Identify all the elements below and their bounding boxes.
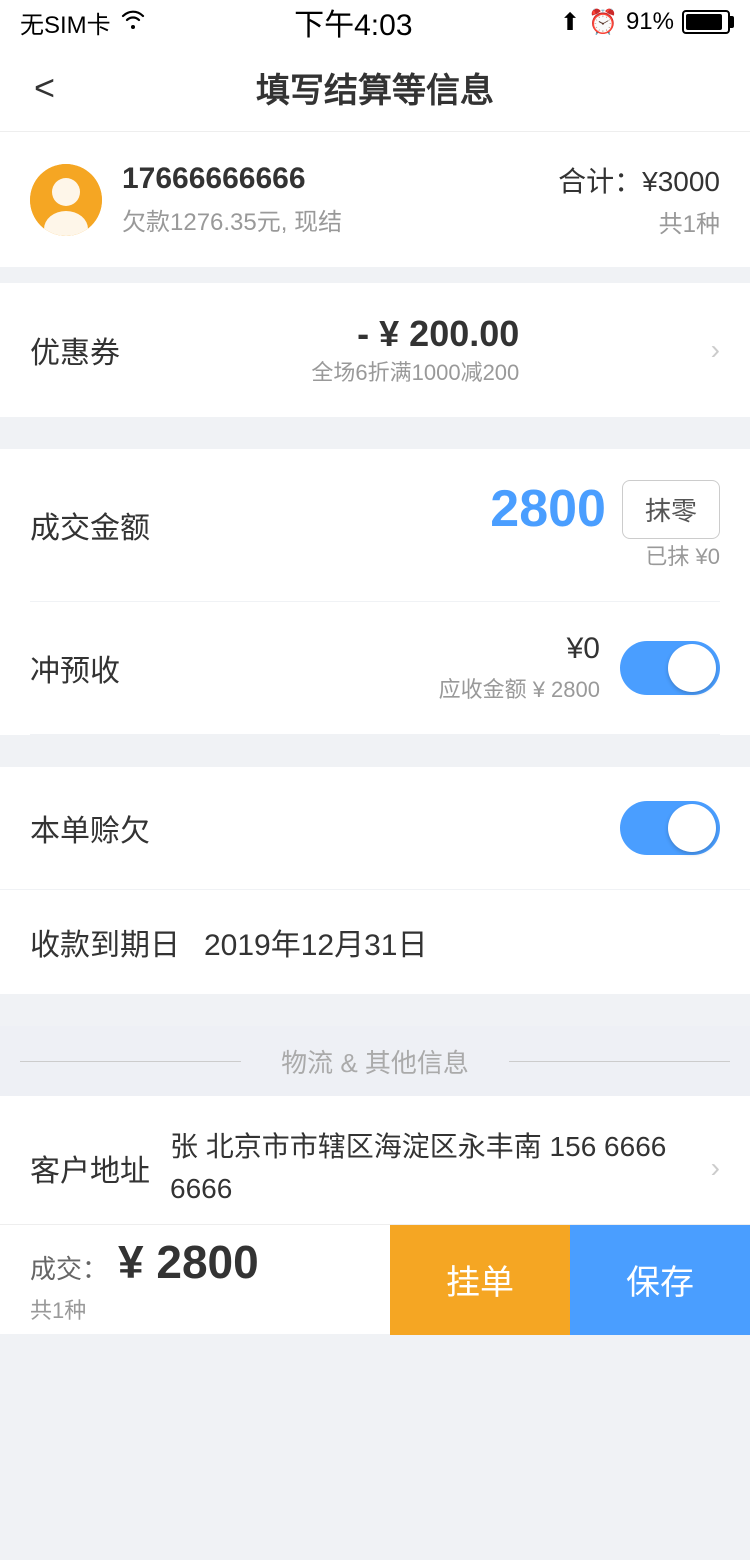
amount-label: 成交金额	[30, 503, 150, 547]
bottom-transaction-amount: ¥ 2800	[118, 1235, 259, 1289]
prepay-row: 冲预收 ¥0 应收金额 ¥ 2800	[30, 602, 720, 735]
customer-card: 17666666666 欠款1276.35元, 现结 合计：¥3000 共1种	[0, 132, 750, 267]
amount-section: 成交金额 2800 抹零 已抹 ¥0 冲预收 ¥0 应收金额 ¥ 2800	[0, 449, 750, 735]
alarm-icon: ⏰	[588, 8, 618, 37]
divider-line-left	[20, 1061, 241, 1062]
coupon-label: 优惠券	[30, 328, 120, 372]
debt-label: 本单赊欠	[30, 806, 150, 850]
separator-1	[0, 433, 750, 449]
status-bar: 无SIM卡 下午4:03 ⬆ ⏰ 91%	[0, 0, 750, 44]
status-left: 无SIM卡	[20, 5, 147, 40]
total-amount: ¥3000	[642, 166, 720, 197]
address-label: 客户地址	[30, 1146, 150, 1190]
hold-button[interactable]: 挂单	[390, 1225, 570, 1335]
address-value: 张 北京市市辖区海淀区永丰南 156 6666 6666	[170, 1126, 691, 1210]
debt-toggle[interactable]	[620, 801, 720, 855]
status-right: ⬆ ⏰ 91%	[560, 8, 730, 37]
coupon-amount: - ¥ 200.00	[311, 313, 519, 355]
receivable-text: 应收金额 ¥ 2800	[439, 672, 600, 704]
logistics-divider: 物流 & 其他信息	[0, 1026, 750, 1096]
debt-row: 本单赊欠	[30, 767, 720, 889]
round-off-button[interactable]: 抹零	[622, 480, 720, 539]
content: 17666666666 欠款1276.35元, 现结 合计：¥3000 共1种 …	[0, 132, 750, 1560]
rounded-off-text: 已抹 ¥0	[645, 539, 720, 571]
toggle-knob	[668, 644, 716, 692]
debt-section: 本单赊欠	[0, 767, 750, 889]
back-button[interactable]: <	[24, 57, 65, 119]
bottom-item-count: 共1种	[30, 1293, 360, 1325]
prepay-amount: ¥0	[567, 632, 600, 666]
logistics-label: 物流 & 其他信息	[281, 1043, 469, 1080]
wifi-icon	[119, 8, 147, 36]
bottom-total: 成交： ¥ 2800 共1种	[0, 1235, 390, 1325]
chevron-right-icon: ›	[711, 334, 720, 366]
coupon-info: - ¥ 200.00 全场6折满1000减200	[311, 313, 519, 387]
save-button[interactable]: 保存	[570, 1225, 750, 1335]
total-label: 合计：¥3000	[558, 160, 720, 200]
nav-bar: < 填写结算等信息	[0, 44, 750, 132]
bottom-total-row: 成交： ¥ 2800	[30, 1235, 360, 1289]
separator-2	[0, 735, 750, 751]
coupon-description: 全场6折满1000减200	[311, 355, 519, 387]
customer-left: 17666666666 欠款1276.35元, 现结	[30, 162, 342, 237]
prepay-right: ¥0 应收金额 ¥ 2800	[439, 632, 720, 704]
due-date-value: 2019年12月31日	[204, 920, 427, 964]
address-section[interactable]: 客户地址 张 北京市市辖区海淀区永丰南 156 6666 6666 ›	[0, 1096, 750, 1240]
customer-phone: 17666666666	[122, 162, 342, 196]
item-count: 共1种	[558, 204, 720, 239]
transaction-amount-row: 成交金额 2800 抹零 已抹 ¥0	[30, 449, 720, 602]
status-time: 下午4:03	[294, 0, 412, 44]
battery-percent: 91%	[626, 8, 674, 36]
prepay-amounts: ¥0 应收金额 ¥ 2800	[439, 632, 600, 704]
due-date-label: 收款到期日	[30, 920, 180, 964]
amount-right: 2800 抹零	[490, 479, 720, 539]
customer-right: 合计：¥3000 共1种	[558, 160, 720, 239]
customer-info: 17666666666 欠款1276.35元, 现结	[122, 162, 342, 237]
amount-col: 2800 抹零 已抹 ¥0	[490, 479, 720, 571]
page-title: 填写结算等信息	[256, 63, 494, 112]
coupon-row[interactable]: 优惠券 - ¥ 200.00 全场6折满1000减200 ›	[0, 283, 750, 417]
debt-toggle-knob	[668, 804, 716, 852]
separator-3	[0, 994, 750, 1010]
avatar	[30, 164, 102, 236]
prepay-label: 冲预收	[30, 646, 120, 690]
location-icon: ⬆	[560, 8, 580, 37]
address-chevron-icon: ›	[711, 1152, 720, 1184]
battery-icon	[682, 10, 730, 34]
carrier-text: 无SIM卡	[20, 5, 111, 40]
bottom-transaction-label: 成交：	[30, 1249, 108, 1286]
divider-line-right	[509, 1061, 730, 1062]
customer-debt: 欠款1276.35元, 现结	[122, 202, 342, 237]
amount-value: 2800	[490, 479, 606, 539]
prepay-toggle[interactable]	[620, 641, 720, 695]
bottom-bar: 成交： ¥ 2800 共1种 挂单 保存	[0, 1224, 750, 1334]
due-date-section: 收款到期日 2019年12月31日	[0, 889, 750, 994]
